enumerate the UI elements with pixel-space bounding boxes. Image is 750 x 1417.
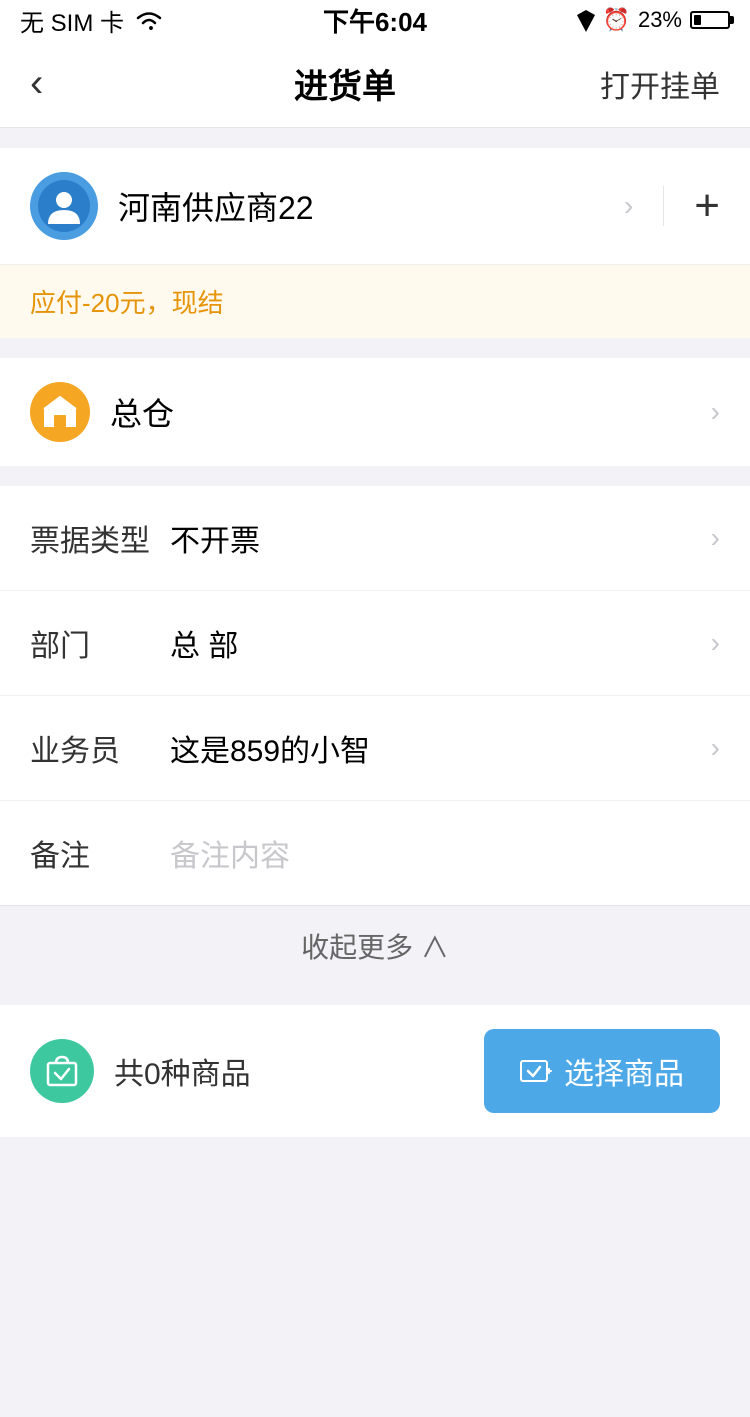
department-value: 总 部 [170, 621, 711, 665]
select-product-button[interactable]: 选择商品 [484, 1029, 720, 1113]
product-count: 共0种商品 [114, 1049, 251, 1093]
salesperson-label: 业务员 [30, 726, 170, 770]
product-bar: 共0种商品 选择商品 [0, 1005, 750, 1137]
collapse-label: 收起更多 ∧ [301, 926, 449, 966]
status-time: 下午6:04 [323, 2, 427, 39]
add-button[interactable]: + [694, 184, 720, 228]
warehouse-chevron-icon: › [711, 396, 720, 428]
product-icon-circle [30, 1039, 94, 1103]
form-row-remark[interactable]: 备注 备注内容 [0, 800, 750, 905]
warehouse-row[interactable]: 总仓 › [0, 358, 750, 466]
section-gap-4 [0, 985, 750, 1005]
notice-text: 应付-20元，现结 [30, 288, 224, 318]
select-btn-label: 选择商品 [564, 1049, 684, 1093]
section-gap-1 [0, 128, 750, 148]
avatar-inner [38, 180, 90, 232]
status-right: ⏰ 23% [577, 7, 730, 33]
sim-text: 无 SIM 卡 [20, 3, 124, 38]
status-bar: 无 SIM 卡 下午6:04 ⏰ 23% [0, 0, 750, 40]
invoice-label: 票据类型 [30, 516, 170, 560]
supplier-name: 河南供应商22 [118, 183, 624, 229]
form-row-salesperson[interactable]: 业务员 这是859的小智 › [0, 695, 750, 800]
supplier-actions: › + [624, 184, 720, 228]
nav-bar: ‹ 进货单 打开挂单 [0, 40, 750, 128]
notice-bar: 应付-20元，现结 [0, 265, 750, 338]
form-section: 票据类型 不开票 › 部门 总 部 › 业务员 这是859的小智 › 备注 备注… [0, 486, 750, 985]
invoice-value: 不开票 [170, 516, 711, 560]
product-left: 共0种商品 [30, 1039, 251, 1103]
alarm-icon: ⏰ [603, 7, 630, 33]
location-icon [577, 7, 595, 33]
department-label: 部门 [30, 621, 170, 665]
supplier-section: 河南供应商22 › + 应付-20元，现结 [0, 148, 750, 338]
collapse-row[interactable]: 收起更多 ∧ [0, 905, 750, 985]
supplier-row[interactable]: 河南供应商22 › + [0, 148, 750, 265]
supplier-chevron-icon: › [624, 190, 633, 222]
battery-icon [690, 11, 730, 29]
status-left: 无 SIM 卡 [20, 3, 164, 38]
section-gap-3 [0, 466, 750, 486]
page-background [0, 1137, 750, 1417]
remark-input[interactable]: 备注内容 [170, 831, 720, 875]
open-hang-button[interactable]: 打开挂单 [600, 62, 720, 106]
supplier-avatar [30, 172, 98, 240]
wifi-icon [134, 6, 164, 34]
warehouse-icon [30, 382, 90, 442]
department-chevron-icon: › [711, 627, 720, 659]
vertical-divider [663, 186, 664, 226]
warehouse-name: 总仓 [110, 389, 711, 435]
form-row-invoice[interactable]: 票据类型 不开票 › [0, 486, 750, 590]
section-gap-2 [0, 338, 750, 358]
form-row-department[interactable]: 部门 总 部 › [0, 590, 750, 695]
salesperson-chevron-icon: › [711, 732, 720, 764]
invoice-chevron-icon: › [711, 522, 720, 554]
back-button[interactable]: ‹ [30, 61, 90, 106]
page-title: 进货单 [294, 59, 396, 108]
salesperson-value: 这是859的小智 [170, 726, 711, 770]
battery-percent: 23% [638, 7, 682, 33]
remark-label: 备注 [30, 831, 170, 875]
warehouse-section: 总仓 › [0, 358, 750, 466]
